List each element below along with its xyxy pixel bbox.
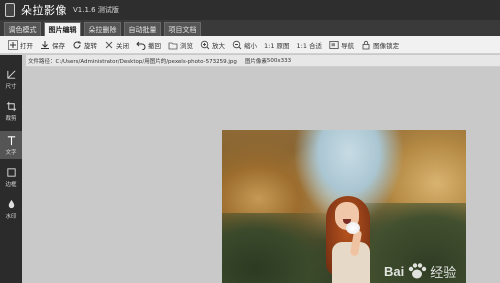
- browse-label: 浏览: [180, 41, 193, 50]
- folder-icon: [168, 42, 178, 49]
- watermark-brand: Bai: [384, 263, 405, 279]
- left-sidebar: 尺寸 裁剪 文字 边框 水印: [0, 55, 22, 283]
- rotate-icon: [73, 40, 81, 48]
- zoom-in-button[interactable]: 放大: [200, 40, 225, 50]
- zoom-out-icon: [232, 40, 242, 49]
- nav-label: 导航: [341, 41, 355, 50]
- file-path-value: C:/Users/Administrator/Desktop/用图片的/pexe…: [55, 58, 237, 65]
- title-bar: 朵拉影像 V1.1.6 测试版: [0, 0, 500, 20]
- plus-icon: [8, 39, 18, 50]
- border-icon: [6, 167, 16, 177]
- save-button[interactable]: 保存: [40, 40, 65, 50]
- pixel-size-value: 500x333: [266, 57, 292, 64]
- zoom-out-button[interactable]: 缩小: [232, 40, 257, 50]
- tab-auto-batch[interactable]: 自动批量: [124, 22, 161, 36]
- save-label: 保存: [52, 41, 65, 50]
- open-button[interactable]: 打开: [8, 39, 33, 50]
- undo-label: 撤回: [148, 41, 161, 50]
- navigator-icon: [329, 40, 339, 49]
- tab-dora-delete[interactable]: 朵拉删除: [84, 22, 121, 36]
- file-path-bar: 文件路径： C:/Users/Administrator/Desktop/用图片…: [26, 55, 500, 67]
- ruler-icon: [6, 70, 15, 79]
- file-path-label: 文件路径：: [28, 58, 56, 65]
- tab-color-mode[interactable]: 调色模式: [4, 22, 41, 36]
- close-icon: [105, 41, 113, 48]
- image-lock-label: 图像锁定: [373, 41, 400, 50]
- sidebar-item-label: 尺寸: [5, 83, 17, 90]
- lock-icon: [362, 40, 370, 49]
- photo-flower: [346, 222, 360, 234]
- sidebar-item-border[interactable]: 边框: [0, 163, 22, 191]
- undo-icon: [136, 41, 146, 50]
- fit-label: 1:1 合适: [296, 41, 323, 50]
- image-lock-button[interactable]: 图像锁定: [361, 40, 399, 50]
- sidebar-item-text[interactable]: 文字: [0, 131, 22, 159]
- tab-image-edit[interactable]: 图片编辑: [44, 22, 81, 36]
- pixel-size-label: 图片像素: [244, 58, 267, 65]
- app-version: V1.1.6 测试版: [73, 6, 119, 14]
- close-button[interactable]: 关闭: [104, 40, 129, 50]
- close-label: 关闭: [116, 41, 129, 50]
- actual-size-label: 1:1 原图: [264, 41, 290, 50]
- open-label: 打开: [20, 41, 33, 50]
- text-icon: [7, 135, 15, 145]
- fit-button[interactable]: 1:1 合适: [297, 40, 323, 50]
- zoom-in-icon: [200, 40, 210, 49]
- toolbar: 打开 保存 旋转 关闭 撤回 浏览 放大 缩小 1:1 原图 1:1 合适 导航…: [0, 36, 500, 54]
- nav-button[interactable]: 导航: [329, 40, 354, 50]
- browse-button[interactable]: 浏览: [168, 40, 193, 50]
- zoom-in-label: 放大: [212, 41, 225, 50]
- crop-icon: [6, 101, 16, 111]
- paw-icon: [409, 263, 427, 279]
- app-window: 朵拉影像 V1.1.6 测试版 调色模式 图片编辑 朵拉删除 自动批量 项目文档…: [0, 0, 500, 283]
- baidu-watermark: Bai 经验: [384, 259, 500, 283]
- sidebar-item-label: 裁剪: [5, 115, 17, 122]
- app-logo-icon: [5, 3, 15, 17]
- actual-size-button[interactable]: 1:1 原图: [264, 40, 290, 50]
- sidebar-item-label: 水印: [5, 213, 17, 220]
- app-title: 朵拉影像: [21, 4, 67, 17]
- sidebar-item-label: 边框: [5, 181, 17, 188]
- rotate-button[interactable]: 旋转: [72, 40, 97, 50]
- tab-project-docs[interactable]: 项目文档: [164, 22, 201, 36]
- photo-hedge-left: [222, 213, 332, 283]
- watermark-suffix: 经验: [430, 265, 457, 281]
- undo-button[interactable]: 撤回: [136, 40, 161, 50]
- watermark-icon: [8, 199, 14, 208]
- sidebar-item-label: 文字: [5, 149, 17, 156]
- zoom-out-label: 缩小: [244, 41, 257, 50]
- tab-bar: 调色模式 图片编辑 朵拉删除 自动批量 项目文档: [0, 20, 500, 36]
- rotate-label: 旋转: [84, 41, 97, 50]
- sidebar-item-crop[interactable]: 裁剪: [0, 97, 22, 125]
- sidebar-item-watermark[interactable]: 水印: [0, 195, 22, 223]
- sidebar-item-size[interactable]: 尺寸: [0, 65, 22, 93]
- save-icon: [41, 40, 49, 49]
